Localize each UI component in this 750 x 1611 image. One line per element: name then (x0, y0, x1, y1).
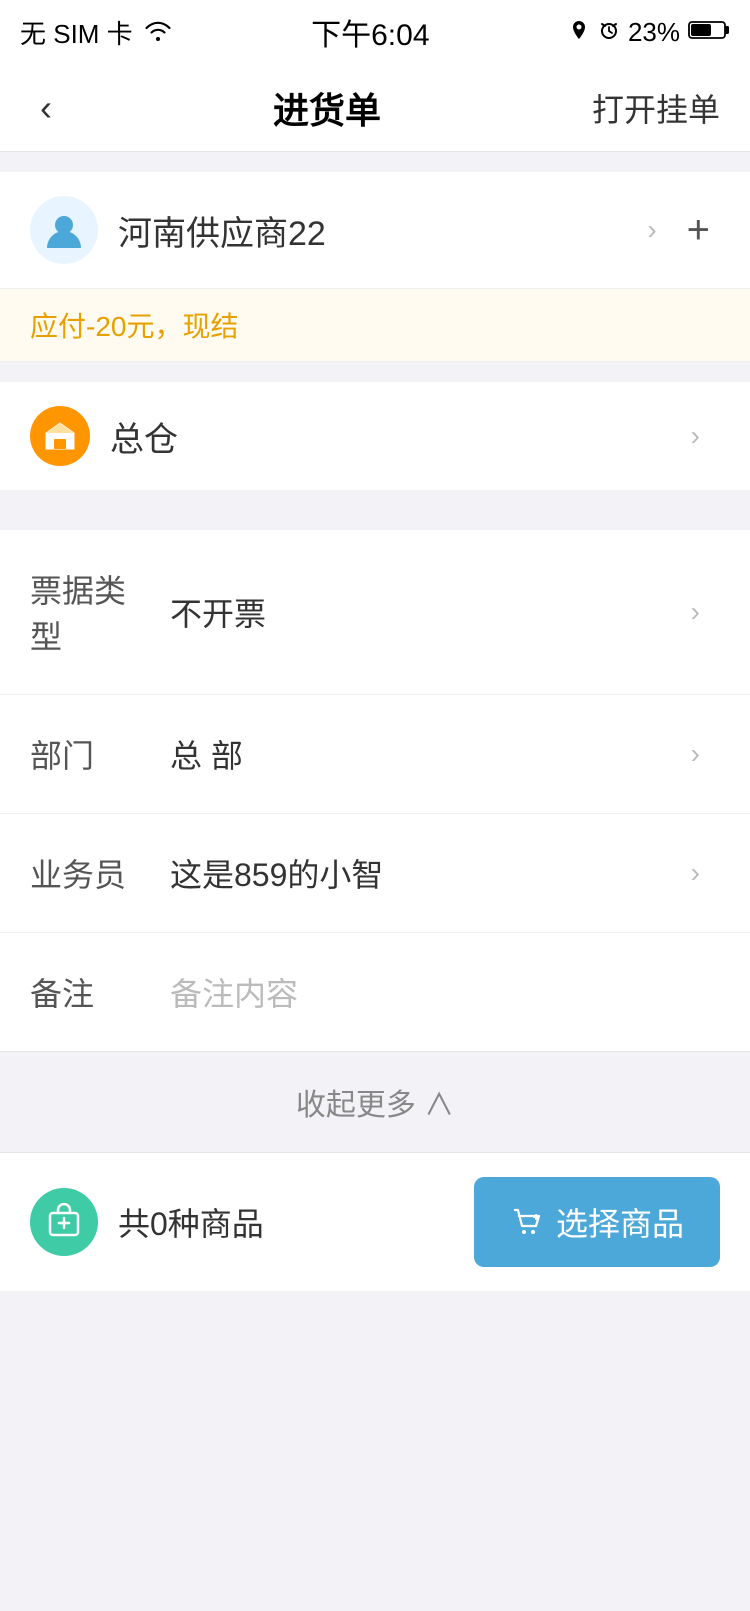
staff-label: 业务员 (30, 850, 150, 896)
supplier-avatar (30, 196, 98, 264)
supplier-chevron-icon: › (647, 214, 656, 246)
department-value: 总 部 (150, 731, 691, 777)
open-pending-button[interactable]: 打开挂单 (592, 85, 720, 131)
battery-icon (688, 17, 730, 48)
select-product-label: 选择商品 (556, 1199, 684, 1245)
remark-row[interactable]: 备注 备注内容 (0, 933, 750, 1051)
warehouse-chevron-icon: › (691, 420, 700, 452)
status-right: 23% (568, 17, 730, 48)
section-gap-3 (0, 490, 750, 510)
warehouse-name: 总仓 (110, 412, 691, 461)
notice-bar: 应付-20元，现结 (0, 289, 750, 362)
department-row[interactable]: 部门 总 部 › (0, 695, 750, 814)
department-chevron-icon: › (691, 738, 700, 770)
carrier-text: 无 SIM 卡 (20, 14, 133, 51)
remark-input[interactable]: 备注内容 (150, 969, 720, 1015)
section-gap-2 (0, 362, 750, 382)
back-button[interactable]: ‹ (30, 77, 62, 139)
section-gap-1 (0, 152, 750, 172)
department-label: 部门 (30, 731, 150, 777)
page-title: 进货单 (273, 82, 381, 134)
alarm-icon (598, 17, 620, 48)
invoice-chevron-icon: › (691, 596, 700, 628)
bottom-bar: 共0种商品 选择商品 (0, 1153, 750, 1291)
warehouse-section: 总仓 › (0, 382, 750, 490)
location-icon (568, 17, 590, 48)
battery-text: 23% (628, 17, 680, 48)
warehouse-row[interactable]: 总仓 › (0, 382, 750, 490)
staff-value: 这是859的小智 (150, 850, 691, 896)
supplier-add-button[interactable]: + (677, 208, 720, 253)
product-count-text: 共0种商品 (118, 1199, 474, 1245)
status-left: 无 SIM 卡 (20, 14, 173, 51)
collapse-label: 收起更多 ∧ (296, 1089, 454, 1122)
status-bar: 无 SIM 卡 下午6:04 23% (0, 0, 750, 64)
cart-icon (510, 1205, 544, 1239)
invoice-type-row[interactable]: 票据类型 不开票 › (0, 530, 750, 695)
form-section: 票据类型 不开票 › 部门 总 部 › 业务员 这是859的小智 › 备注 备注… (0, 530, 750, 1051)
supplier-name: 河南供应商22 (118, 206, 647, 255)
warehouse-icon (30, 406, 90, 466)
invoice-value: 不开票 (150, 589, 691, 635)
wifi-icon (143, 17, 173, 48)
select-product-button[interactable]: 选择商品 (474, 1177, 720, 1267)
content-background (0, 1291, 750, 1611)
nav-bar: ‹ 进货单 打开挂单 (0, 64, 750, 152)
notice-text: 应付-20元，现结 (30, 311, 238, 342)
product-icon (30, 1188, 98, 1256)
staff-chevron-icon: › (691, 857, 700, 889)
supplier-section: 河南供应商22 › + 应付-20元，现结 (0, 172, 750, 362)
invoice-label: 票据类型 (30, 566, 150, 658)
supplier-row[interactable]: 河南供应商22 › + (0, 172, 750, 289)
staff-row[interactable]: 业务员 这是859的小智 › (0, 814, 750, 933)
collapse-row[interactable]: 收起更多 ∧ (0, 1051, 750, 1153)
status-time: 下午6:04 (311, 10, 429, 54)
remark-label: 备注 (30, 969, 150, 1015)
